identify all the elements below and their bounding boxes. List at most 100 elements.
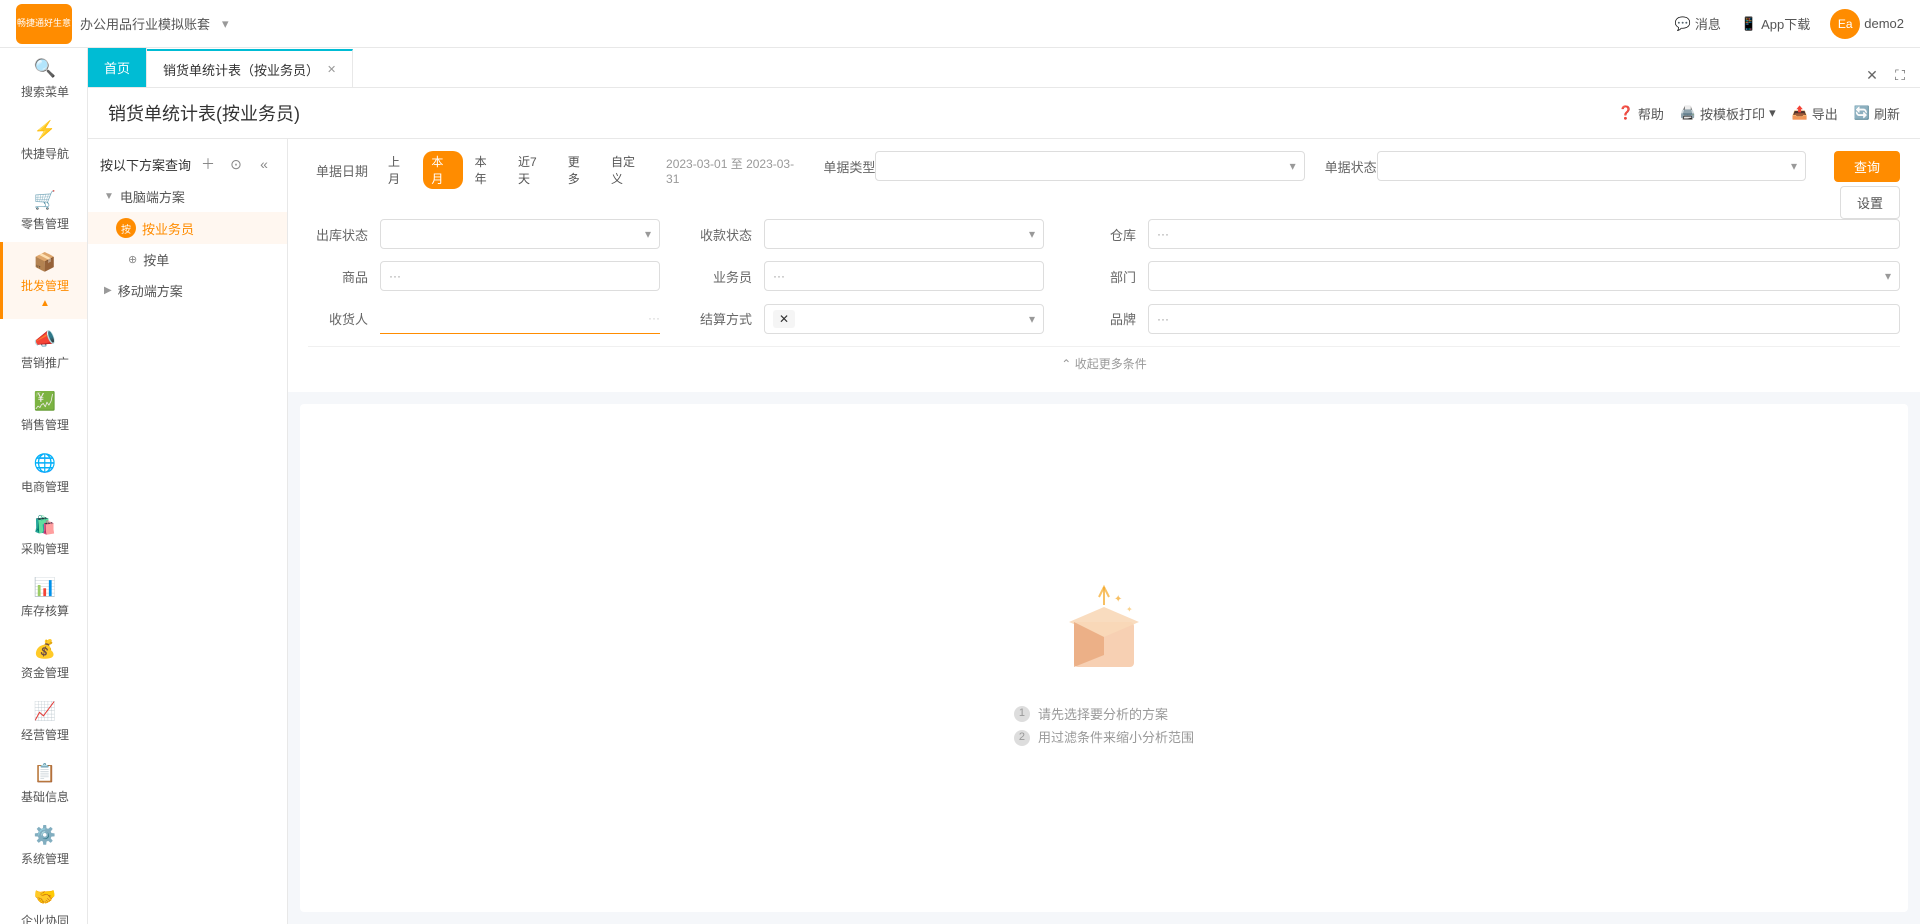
date-tab-this-year[interactable]: 本年 — [467, 151, 506, 189]
home-tab-label: 首页 — [104, 58, 130, 77]
content-area: 首页 销货单统计表（按业务员） ✕ ✕ ⛶ 销货单统计表(按业务员) ❓ 帮助 — [88, 48, 1920, 924]
query-button[interactable]: 查询 — [1834, 151, 1900, 182]
tree-item-by-order[interactable]: ⊕ 按单 — [88, 244, 287, 275]
left-panel: 按以下方案查询 ＋ ⊙ « ▼ 电脑端方案 按 按业务员 — [88, 139, 288, 924]
filter-row-1: 单据日期 上月 本月 本年 近7天 更多 自定义 2023-03-01 至 20… — [308, 151, 1900, 219]
date-tab-7days[interactable]: 近7天 — [510, 151, 556, 189]
tree-mobile-section[interactable]: ▶ 移动端方案 — [88, 275, 287, 306]
goods-more-icon: ··· — [389, 269, 401, 283]
sidebar-item-purchase[interactable]: 🛍️ 采购管理 — [0, 505, 87, 567]
sidebar-item-inventory[interactable]: 📊 库存核算 — [0, 567, 87, 629]
user-menu[interactable]: Ea demo2 — [1830, 9, 1904, 39]
date-tabs: 上月 本月 本年 近7天 更多 自定义 2023-03-01 至 2023-03… — [380, 151, 803, 189]
refresh-button[interactable]: 🔄 刷新 — [1854, 104, 1900, 123]
sidebar-item-basic[interactable]: 📋 基础信息 — [0, 753, 87, 815]
settlement-select[interactable]: ✕ ▾ — [764, 304, 1044, 334]
date-tab-more[interactable]: 更多 — [560, 151, 599, 189]
app-download-button[interactable]: 📱 App下载 — [1741, 14, 1810, 33]
wholesale-icon: 📦 — [34, 252, 56, 273]
maximize-button[interactable]: ⛶ — [1888, 63, 1912, 87]
sidebar-item-finance[interactable]: 💰 资金管理 — [0, 629, 87, 691]
empty-step-1: 1 请先选择要分析的方案 — [1014, 703, 1194, 726]
doc-status-label: 单据状态 — [1317, 157, 1377, 176]
topbar-right: 💬 消息 📱 App下载 Ea demo2 — [1675, 9, 1904, 39]
sales-icon: 💹 — [34, 391, 56, 412]
sidebar-item-operations[interactable]: 📈 经营管理 — [0, 691, 87, 753]
warehouse-select[interactable]: ··· — [1148, 219, 1900, 249]
settlement-tag-close[interactable]: ✕ — [779, 312, 789, 326]
tree-item-label: 按业务员 — [142, 219, 194, 238]
collapse-label: 收起更多条件 — [1075, 357, 1147, 371]
payment-status-label: 收款状态 — [692, 225, 752, 244]
sidebar-item-sales[interactable]: 💹 销售管理 — [0, 381, 87, 443]
doc-status-select[interactable]: ▾ — [1377, 151, 1806, 181]
topbar: 畅捷通好生意 办公用品行业模拟账套 ▾ 💬 消息 📱 App下载 Ea demo… — [0, 0, 1920, 48]
collapse-bar[interactable]: ⌃ 收起更多条件 — [308, 346, 1900, 380]
filter-row-3: 商品 ··· 业务员 ··· 部门 ▾ — [308, 261, 1900, 291]
dept-select[interactable]: ▾ — [1148, 261, 1900, 291]
sidebar-item-ecommerce[interactable]: 🌐 电商管理 — [0, 443, 87, 505]
dept-chevron-icon: ▾ — [1885, 269, 1891, 283]
svg-text:✦: ✦ — [1114, 594, 1122, 605]
tree-item-by-staff[interactable]: 按 按业务员 — [88, 212, 287, 244]
date-tab-last-month[interactable]: 上月 — [380, 151, 419, 189]
tree-expand-icon: ▶ — [104, 285, 112, 296]
sidebar-item-label: 营销推广 — [21, 354, 69, 371]
out-status-select[interactable]: ▾ — [380, 219, 660, 249]
message-button[interactable]: 💬 消息 — [1675, 14, 1721, 33]
date-tab-this-month[interactable]: 本月 — [423, 151, 462, 189]
close-tab-button[interactable]: ✕ — [1860, 63, 1884, 87]
warehouse-more-icon: ··· — [1157, 227, 1169, 241]
payment-status-select[interactable]: ▾ — [764, 219, 1044, 249]
empty-box-svg: ✦ ✦ — [1054, 577, 1154, 677]
page-content: 销货单统计表(按业务员) ❓ 帮助 🖨️ 按模板打印 ▾ 📤 导出 — [88, 88, 1920, 924]
avatar: Ea — [1830, 9, 1860, 39]
export-label: 导出 — [1812, 104, 1838, 123]
export-button[interactable]: 📤 导出 — [1792, 104, 1838, 123]
sidebar-item-retail[interactable]: 🛒 零售管理 — [0, 180, 87, 242]
tree-pc-section[interactable]: ▼ 电脑端方案 — [88, 181, 287, 212]
search-menu-icon: 🔍 — [34, 58, 56, 79]
empty-state: ✦ ✦ 1 请先选择要分析的方案 — [300, 404, 1908, 912]
sub-icon: ⊕ — [128, 253, 137, 266]
tab-close-icon[interactable]: ✕ — [327, 63, 336, 76]
help-button[interactable]: ❓ 帮助 — [1618, 104, 1664, 123]
staff-scheme-icon: 按 — [116, 218, 136, 238]
brand-select[interactable]: ··· — [1148, 304, 1900, 334]
filter-row-date: 单据日期 上月 本月 本年 近7天 更多 自定义 2023-03-01 至 20… — [308, 151, 803, 189]
sidebar-item-enterprise[interactable]: 🤝 企业协同 — [0, 877, 87, 924]
purchase-icon: 🛍️ — [34, 515, 56, 536]
quick-nav-icon: ⚡ — [34, 120, 56, 141]
left-panel-title: 按以下方案查询 — [100, 155, 191, 174]
print-button[interactable]: 🖨️ 按模板打印 ▾ — [1680, 104, 1776, 123]
filter-panel: 单据日期 上月 本月 本年 近7天 更多 自定义 2023-03-01 至 20… — [288, 139, 1920, 392]
filter-row-2: 出库状态 ▾ 收款状态 ▾ 仓库 — [308, 219, 1900, 249]
basic-icon: 📋 — [34, 763, 56, 784]
sidebar-item-system[interactable]: ⚙️ 系统管理 — [0, 815, 87, 877]
sidebar-item-label: 库存核算 — [21, 602, 69, 619]
settlement-tag: ✕ — [773, 310, 795, 328]
settings-button[interactable]: 设置 — [1840, 186, 1900, 219]
date-tab-custom[interactable]: 自定义 — [603, 151, 654, 189]
doc-status-group: 单据状态 ▾ — [1317, 151, 1806, 181]
tab-sales-stat[interactable]: 销货单统计表（按业务员） ✕ — [147, 49, 353, 87]
empty-steps: 1 请先选择要分析的方案 2 用过滤条件来缩小分析范围 — [1014, 703, 1194, 750]
sidebar-item-marketing[interactable]: 📣 营销推广 — [0, 319, 87, 381]
inner-layout: 按以下方案查询 ＋ ⊙ « ▼ 电脑端方案 按 按业务员 — [88, 139, 1920, 924]
staff-select[interactable]: ··· — [764, 261, 1044, 291]
doc-type-select[interactable]: ▾ — [875, 151, 1304, 181]
settings-scheme-button[interactable]: ⊙ — [225, 153, 247, 175]
tab-home[interactable]: 首页 — [88, 48, 147, 87]
sidebar-item-search-menu[interactable]: 🔍 搜索菜单 — [0, 48, 87, 110]
consignee-input[interactable] — [380, 303, 648, 333]
refresh-label: 刷新 — [1874, 104, 1900, 123]
sidebar-item-wholesale[interactable]: 📦 批发管理 ▲ — [0, 242, 87, 319]
sidebar-item-quick-nav[interactable]: ⚡ 快捷导航 — [0, 110, 87, 172]
topbar-left: 畅捷通好生意 办公用品行业模拟账套 ▾ — [16, 4, 229, 44]
add-scheme-button[interactable]: ＋ — [197, 153, 219, 175]
consignee-more-icon: ··· — [648, 311, 660, 325]
sidebar-item-label: 经营管理 — [21, 726, 69, 743]
goods-select[interactable]: ··· — [380, 261, 660, 291]
sidebar-item-label: 零售管理 — [21, 215, 69, 232]
collapse-panel-button[interactable]: « — [253, 153, 275, 175]
